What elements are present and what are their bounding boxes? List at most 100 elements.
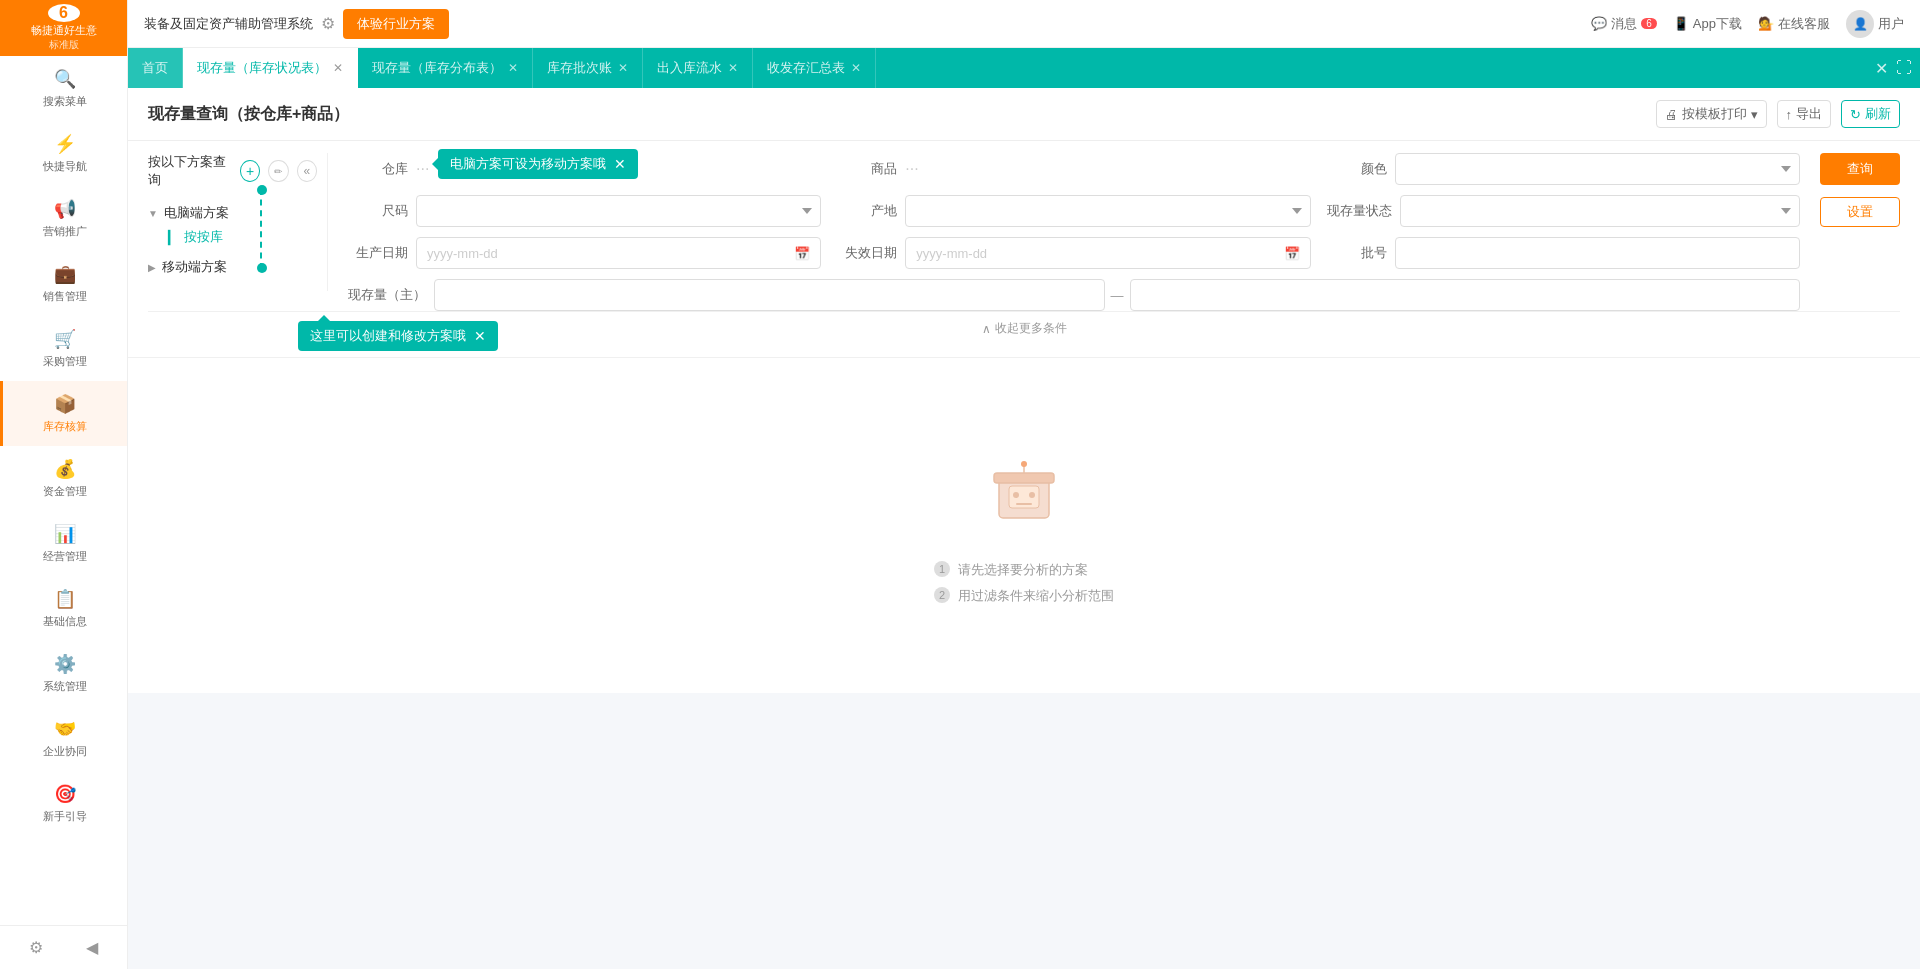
- sidebar-item-label: 资金管理: [43, 484, 87, 499]
- filter-header: 按以下方案查询 + ✏ «: [148, 153, 317, 189]
- tab-close-icon[interactable]: ✕: [728, 61, 738, 75]
- filter-row-4: 现存量（主） —: [348, 279, 1800, 311]
- tab-inout-flow-label: 出入库流水: [657, 59, 722, 77]
- export-button[interactable]: ↑ 导出: [1777, 100, 1832, 128]
- filter-prod-date: 生产日期 yyyy-mm-dd 📅: [348, 237, 821, 269]
- sidebar: 6 畅捷通好生意 标准版 🔍 搜索菜单 ⚡ 快捷导航 📢 营销推广 💼 销售管理…: [0, 0, 128, 969]
- filter-add-button[interactable]: +: [240, 160, 260, 182]
- tab-close-icon[interactable]: ✕: [851, 61, 861, 75]
- sidebar-item-sales[interactable]: 💼 销售管理: [0, 251, 127, 316]
- tip-text-2: 用过滤条件来缩小分析范围: [958, 587, 1114, 605]
- logo-badge: 标准版: [49, 38, 79, 52]
- app-download-btn[interactable]: 📱 App下载: [1673, 15, 1742, 33]
- tab-expand-icon[interactable]: ⛶: [1896, 59, 1912, 77]
- range-separator: —: [1111, 288, 1124, 303]
- sidebar-item-system[interactable]: ⚙️ 系统管理: [0, 641, 127, 706]
- color-select[interactable]: [1395, 153, 1800, 185]
- warehouse-dots[interactable]: ···: [416, 160, 429, 178]
- sidebar-item-enterprise[interactable]: 🤝 企业协同: [0, 706, 127, 771]
- tab-close-icon[interactable]: ✕: [618, 61, 628, 75]
- color-label: 颜色: [1327, 160, 1387, 178]
- stock-qty-range: —: [434, 279, 1800, 311]
- arrow-icon: ▼: [148, 208, 158, 219]
- goods-dots[interactable]: ···: [905, 160, 918, 178]
- enterprise-icon: 🤝: [54, 718, 76, 740]
- tab-inout-flow[interactable]: 出入库流水 ✕: [643, 48, 753, 88]
- search-button[interactable]: 查询: [1820, 153, 1900, 185]
- empty-tip-2: 2 用过滤条件来缩小分析范围: [934, 587, 1114, 605]
- operations-icon: 📊: [54, 523, 76, 545]
- collapse-icon: ∧: [982, 322, 991, 336]
- tab-batch-account[interactable]: 库存批次账 ✕: [533, 48, 643, 88]
- filter-edit-button[interactable]: ✏: [268, 160, 288, 182]
- user-menu[interactable]: 👤 用户: [1846, 10, 1904, 38]
- stock-qty-min[interactable]: [434, 279, 1105, 311]
- scheme-desktop[interactable]: ▼ 电脑端方案: [148, 201, 317, 225]
- sidebar-item-label: 企业协同: [43, 744, 87, 759]
- dropdown-icon: ▾: [1751, 107, 1758, 122]
- prod-date-input[interactable]: yyyy-mm-dd 📅: [416, 237, 821, 269]
- refresh-button[interactable]: ↻ 刷新: [1841, 100, 1900, 128]
- tab-inventory-status[interactable]: 现存量（库存状况表） ✕: [183, 48, 358, 88]
- edit-tooltip-close[interactable]: ✕: [474, 328, 486, 344]
- online-service-btn[interactable]: 💁 在线客服: [1758, 15, 1830, 33]
- sidebar-item-purchase[interactable]: 🛒 采购管理: [0, 316, 127, 381]
- sidebar-item-finance[interactable]: 💰 资金管理: [0, 446, 127, 511]
- collapse-sidebar-icon[interactable]: ◀: [86, 938, 98, 957]
- system-name: 装备及固定资产辅助管理系统: [144, 15, 313, 33]
- page-header: 现存量查询（按仓库+商品） 🖨 按模板打印 ▾ ↑ 导出 ↻ 刷新: [128, 88, 1920, 141]
- exp-date-placeholder: yyyy-mm-dd: [916, 246, 987, 261]
- trial-button[interactable]: 体验行业方案: [343, 9, 449, 39]
- online-service-label: 在线客服: [1778, 15, 1830, 33]
- print-button[interactable]: 🖨 按模板打印 ▾: [1656, 100, 1767, 128]
- scheme-panel: 按以下方案查询 + ✏ « ▼: [148, 153, 328, 291]
- exp-date-input[interactable]: yyyy-mm-dd 📅: [905, 237, 1310, 269]
- batch-label: 批号: [1327, 244, 1387, 262]
- sidebar-logo: 6 畅捷通好生意 标准版: [0, 0, 127, 56]
- header-settings-icon[interactable]: ⚙: [321, 14, 335, 33]
- tab-close-icon[interactable]: ✕: [508, 61, 518, 75]
- tab-close-icon[interactable]: ✕: [333, 61, 343, 75]
- batch-input[interactable]: [1395, 237, 1800, 269]
- collapse-label: 收起更多条件: [995, 320, 1067, 337]
- sidebar-item-label: 新手引导: [43, 809, 87, 824]
- header-right: 💬 消息 6 📱 App下载 💁 在线客服 👤 用户: [1591, 10, 1904, 38]
- export-icon: ↑: [1786, 107, 1793, 122]
- scheme-mobile[interactable]: ▶ 移动端方案: [148, 255, 317, 279]
- sidebar-item-guide[interactable]: 🎯 新手引导: [0, 771, 127, 836]
- page-actions: 🖨 按模板打印 ▾ ↑ 导出 ↻ 刷新: [1656, 100, 1901, 128]
- inventory-icon: 📦: [54, 393, 76, 415]
- quicknav-icon: ⚡: [54, 133, 76, 155]
- phone-icon: 📱: [1673, 16, 1689, 31]
- set-button[interactable]: 设置: [1820, 197, 1900, 227]
- tip-text-1: 请先选择要分析的方案: [958, 561, 1088, 579]
- sidebar-item-search[interactable]: 🔍 搜索菜单: [0, 56, 127, 121]
- sidebar-item-quicknav[interactable]: ⚡ 快捷导航: [0, 121, 127, 186]
- origin-select[interactable]: [905, 195, 1310, 227]
- tab-home[interactable]: 首页: [128, 48, 183, 88]
- tab-close-all-icon[interactable]: ✕: [1875, 59, 1888, 78]
- tab-inventory-dist[interactable]: 现存量（库存分布表） ✕: [358, 48, 533, 88]
- size-select[interactable]: [416, 195, 821, 227]
- scheme-anjianku[interactable]: ▎ 按按库: [168, 225, 317, 249]
- settings-bottom-icon[interactable]: ⚙: [29, 938, 43, 957]
- sidebar-item-marketing[interactable]: 📢 营销推广: [0, 186, 127, 251]
- stock-qty-max[interactable]: [1130, 279, 1801, 311]
- sidebar-nav: 🔍 搜索菜单 ⚡ 快捷导航 📢 营销推广 💼 销售管理 🛒 采购管理 📦 库存核…: [0, 56, 127, 925]
- sidebar-item-label: 快捷导航: [43, 159, 87, 174]
- svg-rect-5: [1016, 503, 1032, 505]
- tab-recv-send[interactable]: 收发存汇总表 ✕: [753, 48, 876, 88]
- page-content: 现存量查询（按仓库+商品） 🖨 按模板打印 ▾ ↑ 导出 ↻ 刷新: [128, 88, 1920, 969]
- marketing-icon: 📢: [54, 198, 76, 220]
- finance-icon: 💰: [54, 458, 76, 480]
- stock-status-label: 现存量状态: [1327, 202, 1392, 220]
- filter-row-2: 尺码 产地: [348, 195, 1800, 227]
- filter-back-button[interactable]: «: [297, 160, 317, 182]
- message-btn[interactable]: 💬 消息 6: [1591, 15, 1657, 33]
- sidebar-item-operations[interactable]: 📊 经营管理: [0, 511, 127, 576]
- page-title: 现存量查询（按仓库+商品）: [148, 104, 349, 125]
- scheme-tooltip-close[interactable]: ✕: [614, 156, 626, 172]
- sidebar-item-inventory[interactable]: 📦 库存核算: [0, 381, 127, 446]
- stock-status-select[interactable]: [1400, 195, 1800, 227]
- sidebar-item-basic[interactable]: 📋 基础信息: [0, 576, 127, 641]
